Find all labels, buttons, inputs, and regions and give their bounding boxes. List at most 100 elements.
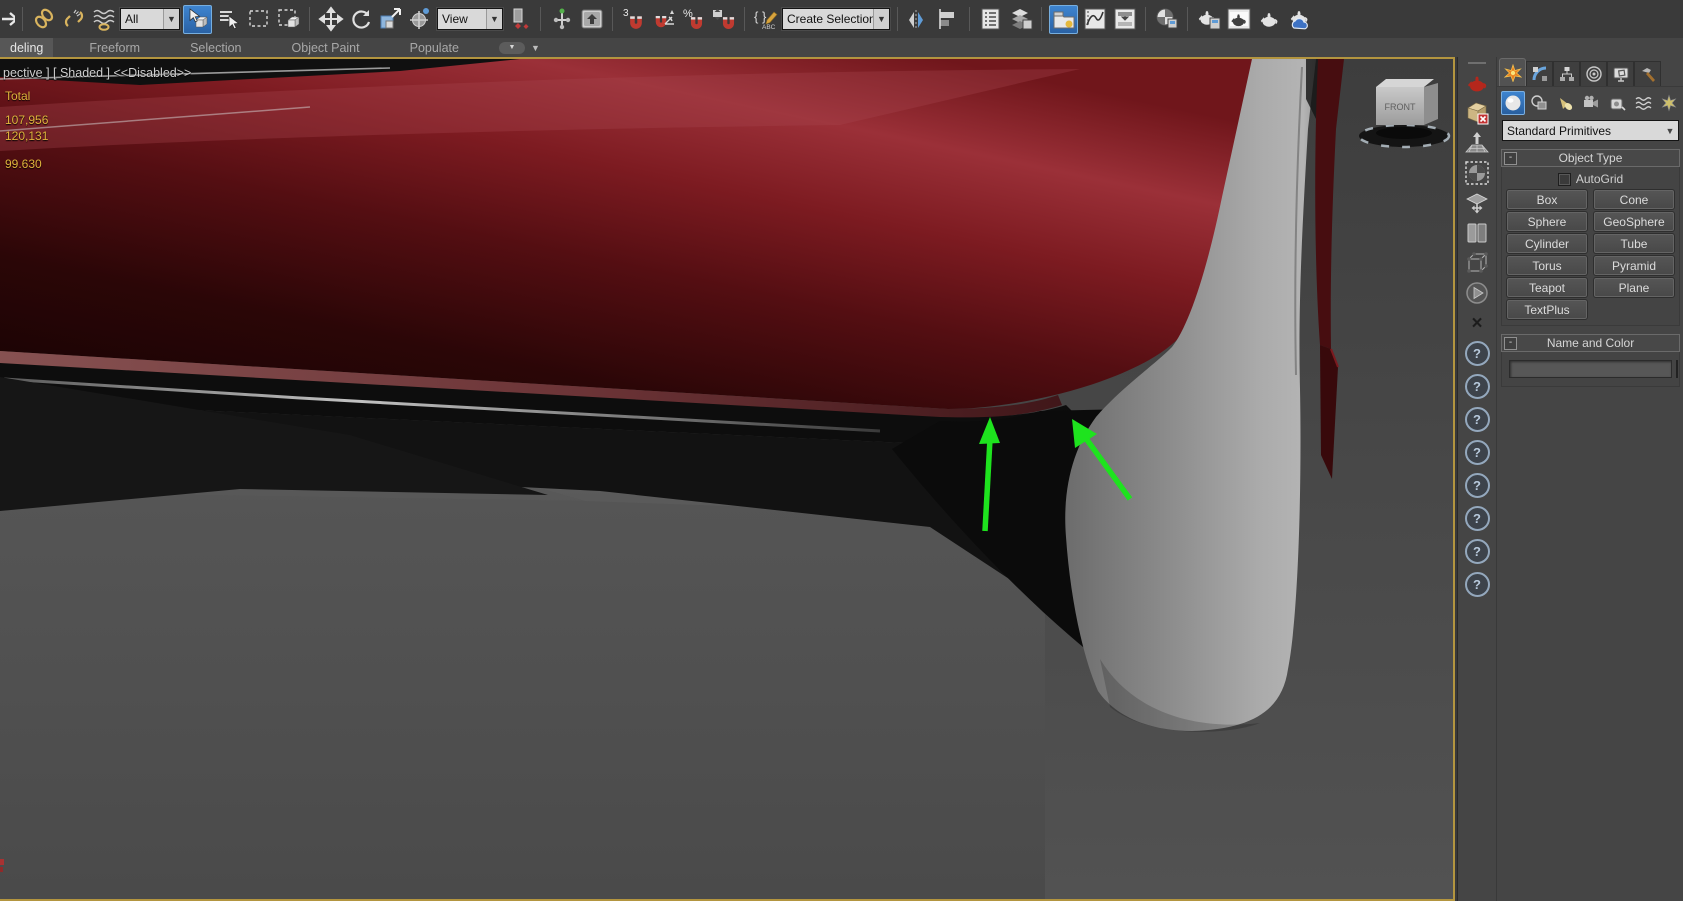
material-editor-icon[interactable] xyxy=(1153,6,1180,33)
primitives-dropdown[interactable]: Standard Primitives ▼ xyxy=(1502,120,1679,141)
curve-editor-icon[interactable] xyxy=(1081,6,1108,33)
vertex-cube-icon[interactable] xyxy=(1463,249,1491,277)
spinner-snap-icon[interactable] xyxy=(710,6,737,33)
help-button[interactable]: ? xyxy=(1464,341,1490,366)
ribbon-tab-selection[interactable]: Selection xyxy=(176,38,255,57)
delete-box-icon[interactable] xyxy=(1463,99,1491,127)
collapse-icon[interactable]: - xyxy=(1504,337,1517,350)
textplus-button[interactable]: TextPlus xyxy=(1506,299,1588,320)
perspective-viewport[interactable]: FRONT pective ] [ Shaded ] <<Disabled>> … xyxy=(0,57,1455,901)
autogrid-checkbox[interactable] xyxy=(1557,172,1571,186)
layer-explorer-icon[interactable] xyxy=(1007,6,1034,33)
collapse-icon[interactable]: - xyxy=(1504,152,1517,165)
torus-button[interactable]: Torus xyxy=(1506,255,1588,276)
use-pivot-point-center-icon[interactable] xyxy=(506,6,533,33)
ribbon-tab-object-paint[interactable]: Object Paint xyxy=(278,38,374,57)
object-name-field[interactable] xyxy=(1509,360,1672,378)
keyboard-shortcut-override-icon[interactable] xyxy=(578,6,605,33)
chevron-down-icon[interactable]: ▼ xyxy=(1662,126,1678,136)
viewport-canvas[interactable]: FRONT xyxy=(0,59,1453,899)
category-helpers[interactable] xyxy=(1605,91,1629,115)
help-button[interactable]: ? xyxy=(1464,506,1490,531)
help-button[interactable]: ? xyxy=(1464,440,1490,465)
ribbon-tab-freeform[interactable]: Freeform xyxy=(75,38,154,57)
render-in-cloud-icon[interactable] xyxy=(1285,6,1312,33)
tab-create[interactable] xyxy=(1499,58,1526,86)
ribbon-toggle-button[interactable] xyxy=(1049,4,1078,34)
close-icon[interactable]: × xyxy=(1471,314,1482,333)
help-button[interactable]: ? xyxy=(1464,539,1490,564)
category-cameras[interactable] xyxy=(1579,91,1603,115)
tab-utilities[interactable] xyxy=(1634,61,1661,86)
select-by-name-icon[interactable] xyxy=(215,6,242,33)
select-object-button[interactable] xyxy=(183,4,212,34)
play-icon[interactable] xyxy=(1463,279,1491,307)
plane-button[interactable]: Plane xyxy=(1593,277,1675,298)
unlink-selection-icon[interactable] xyxy=(60,6,87,33)
toolbar-drag-handle[interactable] xyxy=(1468,62,1486,64)
dual-panels-icon[interactable] xyxy=(1463,219,1491,247)
percent-snap-icon[interactable]: % xyxy=(680,6,707,33)
teapot-button[interactable]: Teapot xyxy=(1506,277,1588,298)
viewcube-face-label[interactable]: FRONT xyxy=(1385,102,1416,112)
box-button[interactable]: Box xyxy=(1506,189,1588,210)
chevron-down-icon[interactable]: ▼ xyxy=(163,9,179,29)
geosphere-button[interactable]: GeoSphere xyxy=(1593,211,1675,232)
select-and-manipulate-icon[interactable] xyxy=(548,6,575,33)
select-and-place-icon[interactable] xyxy=(407,6,434,33)
select-and-move-icon[interactable] xyxy=(317,6,344,33)
layer-transform-icon[interactable] xyxy=(1463,189,1491,217)
ribbon-tab-modeling[interactable]: deling xyxy=(0,38,54,57)
mirror-icon[interactable] xyxy=(905,6,932,33)
redo-icon[interactable] xyxy=(0,6,15,33)
select-and-link-icon[interactable] xyxy=(30,6,57,33)
pyramid-button[interactable]: Pyramid xyxy=(1593,255,1675,276)
tab-hierarchy[interactable] xyxy=(1553,61,1580,86)
grid-up-arrow-icon[interactable] xyxy=(1463,129,1491,157)
checker-sphere-icon[interactable] xyxy=(1463,159,1491,187)
edit-named-selection-sets-icon[interactable]: { } ABC xyxy=(752,6,779,33)
category-space-warps[interactable] xyxy=(1631,91,1655,115)
align-icon[interactable] xyxy=(935,6,962,33)
category-shapes[interactable] xyxy=(1527,91,1551,115)
select-and-rotate-icon[interactable] xyxy=(347,6,374,33)
object-type-rollout-header[interactable]: - Object Type xyxy=(1501,149,1680,167)
reference-coordinate-combo[interactable]: View ▼ xyxy=(437,8,503,30)
tab-modify[interactable] xyxy=(1526,61,1553,86)
object-color-swatch[interactable] xyxy=(1676,360,1678,378)
tube-button[interactable]: Tube xyxy=(1593,233,1675,254)
help-button[interactable]: ? xyxy=(1464,473,1490,498)
cylinder-button[interactable]: Cylinder xyxy=(1506,233,1588,254)
minimize-ribbon-button[interactable]: ▼ xyxy=(498,41,525,54)
help-button[interactable]: ? xyxy=(1464,407,1490,432)
ribbon-tab-populate[interactable]: Populate xyxy=(396,38,473,57)
named-sets-combo[interactable]: Create Selection Se ▼ xyxy=(782,8,890,30)
sphere-button[interactable]: Sphere xyxy=(1506,211,1588,232)
chevron-down-icon[interactable]: ▼ xyxy=(486,9,502,29)
category-systems[interactable] xyxy=(1657,91,1681,115)
tab-display[interactable] xyxy=(1607,61,1634,86)
render-teapot-icon[interactable] xyxy=(1463,69,1491,97)
help-button[interactable]: ? xyxy=(1464,374,1490,399)
render-production-icon[interactable] xyxy=(1255,6,1282,33)
snap-toggle-3d-icon[interactable]: 3 xyxy=(620,6,647,33)
cone-button[interactable]: Cone xyxy=(1593,189,1675,210)
selection-filter-combo[interactable]: All ▼ xyxy=(120,8,180,30)
help-button[interactable]: ? xyxy=(1464,572,1490,597)
category-lights[interactable] xyxy=(1553,91,1577,115)
category-geometry[interactable] xyxy=(1501,90,1525,115)
chevron-down-icon[interactable]: ▼ xyxy=(873,9,889,29)
scene-explorer-icon[interactable] xyxy=(977,6,1004,33)
bind-to-space-warp-icon[interactable] xyxy=(90,6,117,33)
select-and-scale-icon[interactable] xyxy=(377,6,404,33)
rectangular-selection-region-icon[interactable] xyxy=(245,6,272,33)
angle-snap-icon[interactable] xyxy=(650,6,677,33)
viewport-label[interactable]: pective ] [ Shaded ] <<Disabled>> xyxy=(3,66,191,80)
schematic-view-icon[interactable] xyxy=(1111,6,1138,33)
rendered-frame-window-icon[interactable] xyxy=(1225,6,1252,33)
render-setup-icon[interactable] xyxy=(1195,6,1222,33)
name-color-rollout-header[interactable]: - Name and Color xyxy=(1501,334,1680,352)
ribbon-options-caret-icon[interactable]: ▼ xyxy=(531,43,540,53)
window-crossing-toggle-icon[interactable] xyxy=(275,6,302,33)
tab-motion[interactable] xyxy=(1580,61,1607,86)
